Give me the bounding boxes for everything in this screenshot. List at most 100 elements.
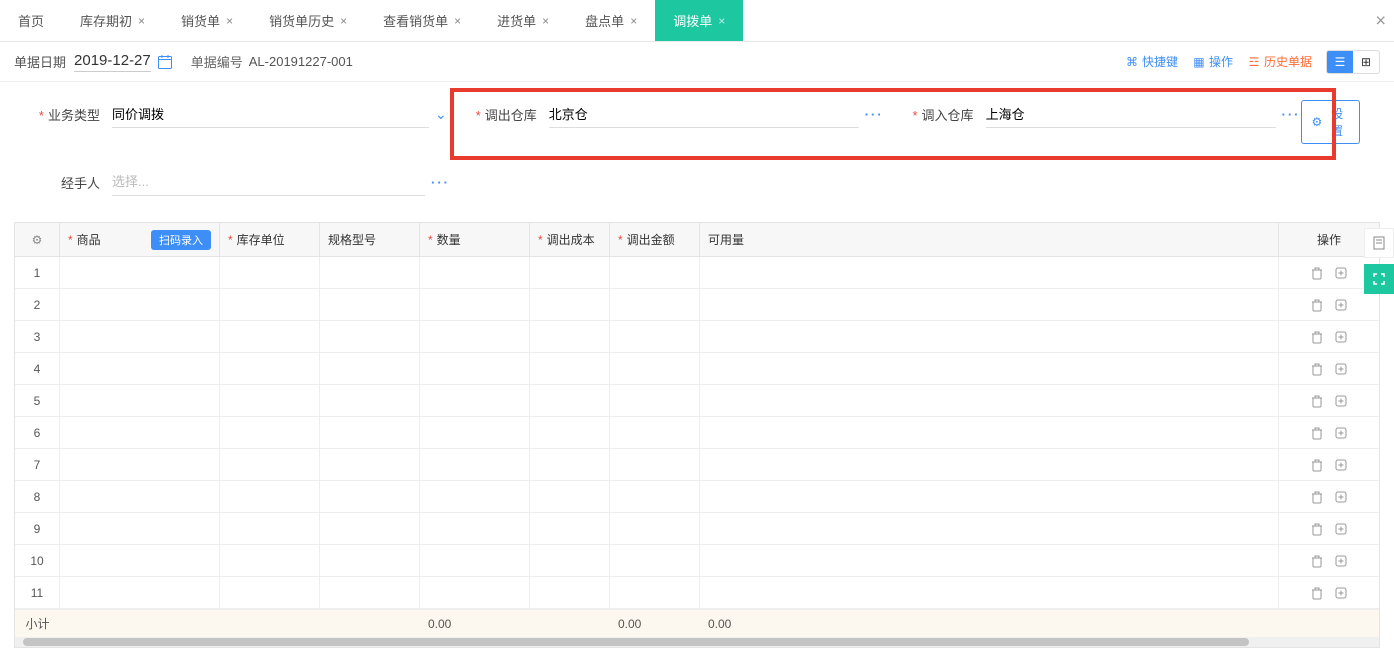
cell-unit[interactable] [220, 577, 320, 608]
tab-view-sales[interactable]: 查看销货单× [365, 0, 479, 41]
cell-qty[interactable] [420, 289, 530, 320]
cell-product[interactable] [60, 577, 220, 608]
cell-available[interactable] [700, 513, 1279, 544]
grid-view-button[interactable]: ⊞ [1353, 51, 1379, 73]
add-icon[interactable] [1334, 394, 1348, 408]
cell-spec[interactable] [320, 257, 420, 288]
cell-qty[interactable] [420, 577, 530, 608]
table-row[interactable]: 1 [15, 257, 1379, 289]
cell-available[interactable] [700, 257, 1279, 288]
tab-purchase[interactable]: 进货单× [479, 0, 567, 41]
cell-qty[interactable] [420, 257, 530, 288]
settings-button[interactable]: ⚙设置 [1301, 100, 1360, 144]
close-icon[interactable]: × [630, 14, 637, 28]
cell-available[interactable] [700, 577, 1279, 608]
more-icon[interactable]: ··· [865, 107, 884, 122]
more-icon[interactable]: ··· [431, 175, 450, 190]
cell-amount[interactable] [610, 545, 700, 576]
cell-cost[interactable] [530, 289, 610, 320]
cell-product[interactable] [60, 449, 220, 480]
cell-available[interactable] [700, 289, 1279, 320]
add-icon[interactable] [1334, 490, 1348, 504]
cell-amount[interactable] [610, 481, 700, 512]
delete-icon[interactable] [1310, 362, 1324, 376]
cell-available[interactable] [700, 545, 1279, 576]
delete-icon[interactable] [1310, 490, 1324, 504]
handler-input[interactable] [112, 168, 425, 196]
tab-home[interactable]: 首页 [0, 0, 62, 41]
table-row[interactable]: 11 [15, 577, 1379, 609]
cell-cost[interactable] [530, 577, 610, 608]
cell-amount[interactable] [610, 353, 700, 384]
delete-icon[interactable] [1310, 426, 1324, 440]
cell-spec[interactable] [320, 481, 420, 512]
add-icon[interactable] [1334, 298, 1348, 312]
tab-sales-history[interactable]: 销货单历史× [251, 0, 365, 41]
cell-product[interactable] [60, 481, 220, 512]
horizontal-scrollbar[interactable] [15, 637, 1379, 647]
cell-unit[interactable] [220, 417, 320, 448]
cell-unit[interactable] [220, 385, 320, 416]
table-row[interactable]: 10 [15, 545, 1379, 577]
tab-sales-order[interactable]: 销货单× [163, 0, 251, 41]
cell-product[interactable] [60, 257, 220, 288]
cell-qty[interactable] [420, 481, 530, 512]
delete-icon[interactable] [1310, 298, 1324, 312]
note-button[interactable] [1364, 228, 1394, 258]
close-all-tabs-icon[interactable]: × [1375, 10, 1386, 31]
cell-unit[interactable] [220, 289, 320, 320]
cell-qty[interactable] [420, 545, 530, 576]
add-icon[interactable] [1334, 554, 1348, 568]
table-row[interactable]: 5 [15, 385, 1379, 417]
cell-amount[interactable] [610, 257, 700, 288]
cell-qty[interactable] [420, 353, 530, 384]
cell-amount[interactable] [610, 321, 700, 352]
cell-cost[interactable] [530, 257, 610, 288]
cell-available[interactable] [700, 449, 1279, 480]
cell-qty[interactable] [420, 417, 530, 448]
cell-cost[interactable] [530, 321, 610, 352]
shortcut-link[interactable]: ⌘快捷键 [1125, 53, 1178, 70]
cell-unit[interactable] [220, 481, 320, 512]
cell-product[interactable] [60, 513, 220, 544]
cell-unit[interactable] [220, 513, 320, 544]
history-link[interactable]: ☲历史单据 [1247, 53, 1312, 70]
tab-inventory-init[interactable]: 库存期初× [62, 0, 163, 41]
cell-unit[interactable] [220, 449, 320, 480]
add-icon[interactable] [1334, 362, 1348, 376]
expand-button[interactable] [1364, 264, 1394, 294]
cell-qty[interactable] [420, 321, 530, 352]
cell-amount[interactable] [610, 289, 700, 320]
add-icon[interactable] [1334, 330, 1348, 344]
list-view-button[interactable]: ☰ [1327, 51, 1353, 73]
cell-cost[interactable] [530, 449, 610, 480]
table-row[interactable]: 3 [15, 321, 1379, 353]
cell-product[interactable] [60, 289, 220, 320]
cell-qty[interactable] [420, 513, 530, 544]
table-row[interactable]: 4 [15, 353, 1379, 385]
close-icon[interactable]: × [138, 14, 145, 28]
cell-spec[interactable] [320, 577, 420, 608]
table-settings-icon[interactable]: ⚙ [15, 223, 60, 256]
add-icon[interactable] [1334, 426, 1348, 440]
cell-cost[interactable] [530, 513, 610, 544]
date-value[interactable]: 2019-12-27 [74, 52, 151, 72]
table-row[interactable]: 9 [15, 513, 1379, 545]
cell-available[interactable] [700, 385, 1279, 416]
cell-unit[interactable] [220, 321, 320, 352]
cell-qty[interactable] [420, 385, 530, 416]
cell-spec[interactable] [320, 417, 420, 448]
delete-icon[interactable] [1310, 522, 1324, 536]
add-icon[interactable] [1334, 266, 1348, 280]
cell-cost[interactable] [530, 353, 610, 384]
ops-link[interactable]: ▦操作 [1192, 53, 1233, 70]
cell-unit[interactable] [220, 545, 320, 576]
cell-unit[interactable] [220, 353, 320, 384]
cell-product[interactable] [60, 545, 220, 576]
table-row[interactable]: 7 [15, 449, 1379, 481]
table-row[interactable]: 6 [15, 417, 1379, 449]
delete-icon[interactable] [1310, 458, 1324, 472]
cell-amount[interactable] [610, 513, 700, 544]
table-row[interactable]: 2 [15, 289, 1379, 321]
cell-amount[interactable] [610, 449, 700, 480]
